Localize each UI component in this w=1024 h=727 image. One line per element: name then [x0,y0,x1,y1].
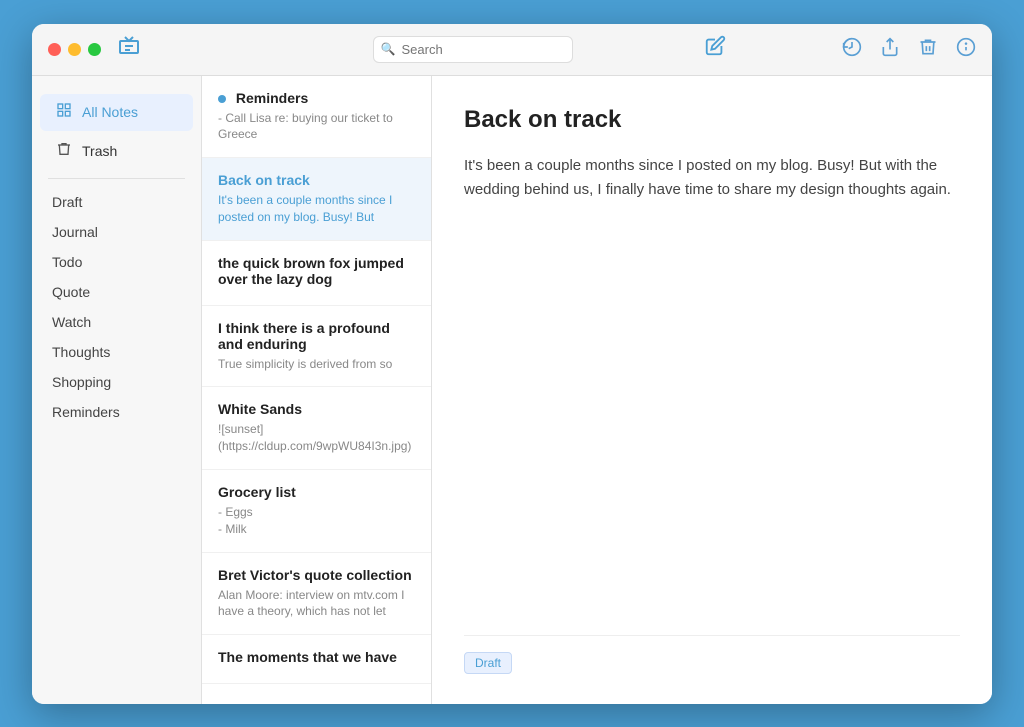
note-item-white-sands[interactable]: White Sands ![sunset](https://cldup.com/… [202,387,431,470]
toolbar-right [842,37,976,62]
note-item-moments[interactable]: The moments that we have [202,635,431,684]
minimize-button[interactable] [68,43,81,56]
sidebar-tag-draft[interactable]: Draft [32,187,201,217]
app-icon [117,34,141,64]
search-icon: 🔍 [381,42,396,56]
trash-icon [56,141,72,162]
note-item-reminders[interactable]: Reminders - Call Lisa re: buying our tic… [202,76,431,159]
sidebar-main-section: All Notes Trash [32,94,201,170]
note-item-grocery-list[interactable]: Grocery list - Eggs- Milk [202,470,431,553]
traffic-lights [48,43,101,56]
note-title: Reminders [218,90,415,106]
sidebar-tag-todo[interactable]: Todo [32,247,201,277]
note-title: Grocery list [218,484,415,500]
sidebar-divider [48,178,185,179]
note-item-quick-brown-fox[interactable]: the quick brown fox jumped over the lazy… [202,241,431,306]
sidebar-tags-section: Draft Journal Todo Quote Watch Thoughts … [32,187,201,427]
trash-label: Trash [82,143,117,159]
editor-body: It's been a couple months since I posted… [464,154,960,202]
titlebar: 🔍 [32,24,992,76]
reminders-dot [218,95,226,103]
all-notes-label: All Notes [82,104,138,120]
note-preview: Alan Moore: interview on mtv.com I have … [218,587,415,621]
note-item-profound[interactable]: I think there is a profound and enduring… [202,306,431,388]
note-title: Back on track [218,172,415,188]
sidebar: All Notes Trash Draft Journal [32,76,202,704]
note-title: The moments that we have [218,649,415,665]
sidebar-tag-reminders[interactable]: Reminders [32,397,201,427]
delete-icon[interactable] [918,37,938,62]
sidebar-tag-thoughts[interactable]: Thoughts [32,337,201,367]
note-title: the quick brown fox jumped over the lazy… [218,255,415,287]
sidebar-tag-shopping[interactable]: Shopping [32,367,201,397]
history-icon[interactable] [842,37,862,62]
maximize-button[interactable] [88,43,101,56]
note-editor[interactable]: Back on track It's been a couple months … [432,76,992,704]
sidebar-item-trash[interactable]: Trash [40,133,193,170]
sidebar-tag-journal[interactable]: Journal [32,217,201,247]
all-notes-icon [56,102,72,123]
search-input[interactable] [373,36,573,63]
note-item-bret-victor[interactable]: Bret Victor's quote collection Alan Moor… [202,553,431,636]
note-title: Bret Victor's quote collection [218,567,415,583]
close-button[interactable] [48,43,61,56]
notes-list: Reminders - Call Lisa re: buying our tic… [202,76,432,704]
note-title: White Sands [218,401,415,417]
note-preview: ![sunset](https://cldup.com/9wpWU84I3n.j… [218,421,415,455]
sidebar-item-all-notes[interactable]: All Notes [40,94,193,131]
editor-title: Back on track [464,106,960,134]
app-window: 🔍 [32,24,992,704]
note-preview: It's been a couple months since I posted… [218,192,415,226]
note-footer: Draft [464,635,960,674]
note-preview: - Eggs- Milk [218,504,415,538]
search-bar: 🔍 [373,36,573,63]
main-content: All Notes Trash Draft Journal [32,76,992,704]
note-title: I think there is a profound and enduring [218,320,415,352]
info-icon[interactable] [956,37,976,62]
compose-button[interactable] [704,35,726,63]
sidebar-tag-watch[interactable]: Watch [32,307,201,337]
note-preview: True simplicity is derived from so [218,356,415,373]
share-icon[interactable] [880,37,900,62]
note-preview: - Call Lisa re: buying our ticket to Gre… [218,110,415,144]
sidebar-tag-quote[interactable]: Quote [32,277,201,307]
note-item-back-on-track[interactable]: Back on track It's been a couple months … [202,158,431,241]
note-tag-badge[interactable]: Draft [464,652,512,674]
